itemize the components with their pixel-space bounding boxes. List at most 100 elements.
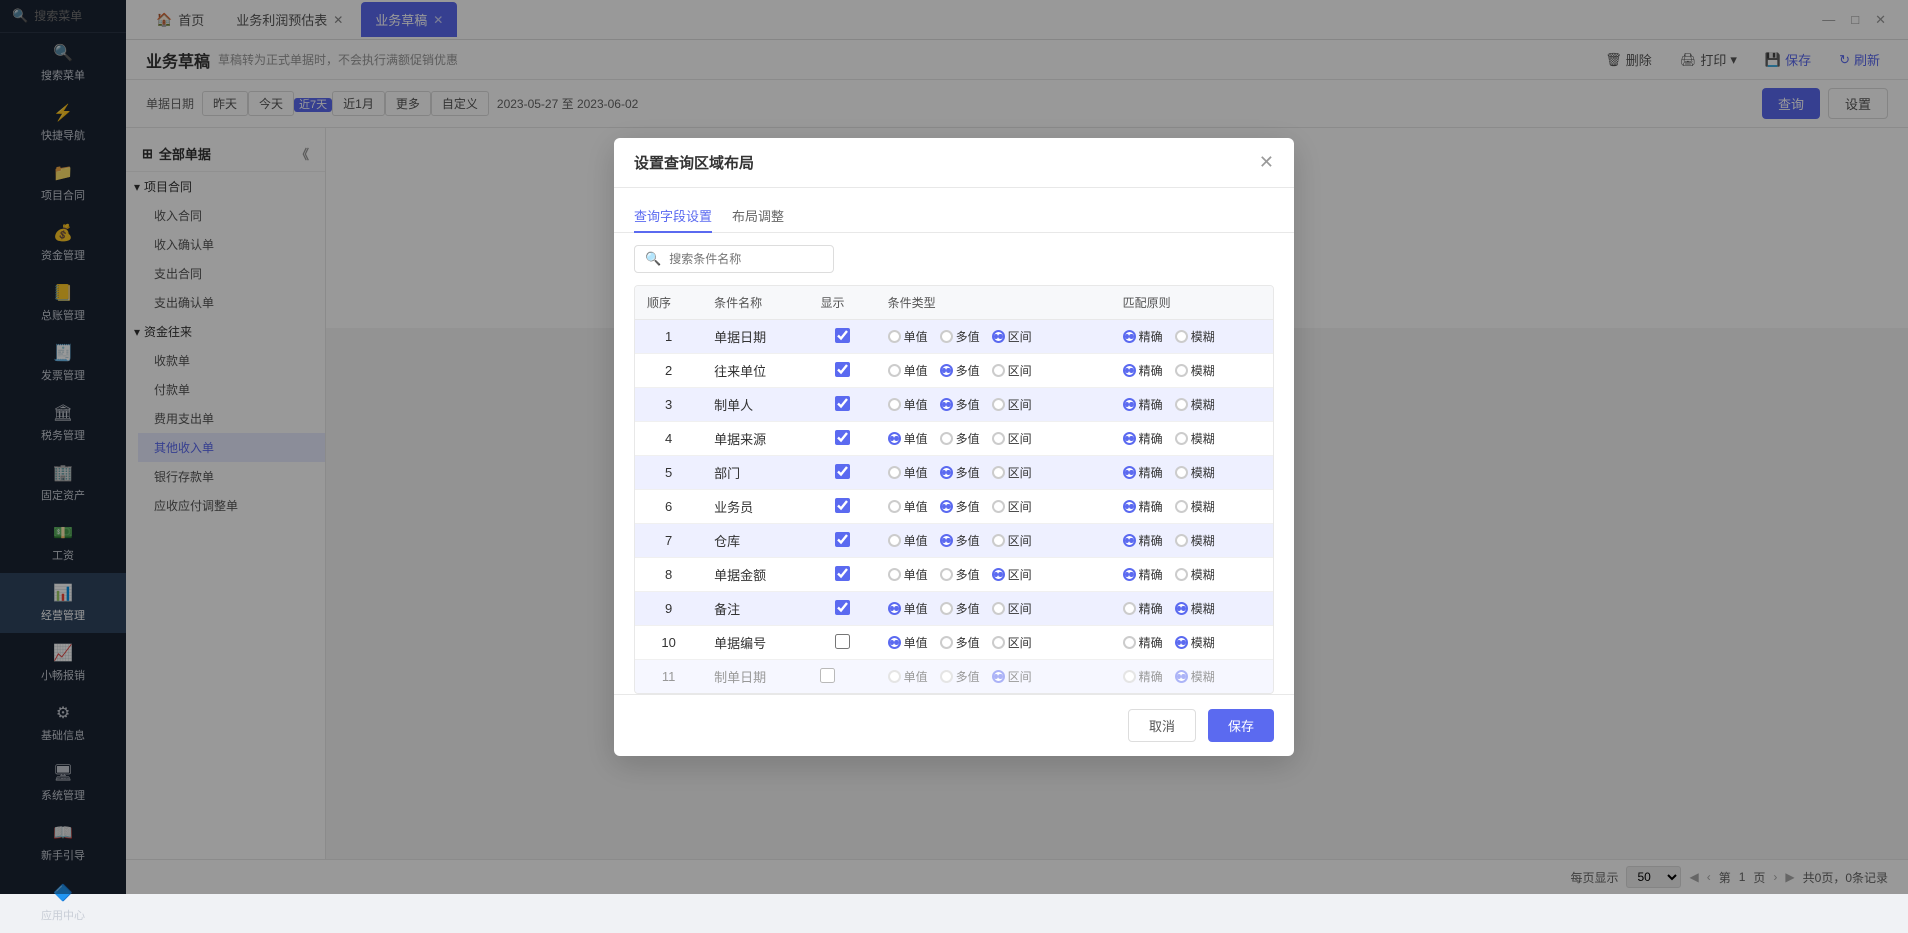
modal-tab-fields[interactable]: 查询字段设置: [634, 200, 712, 233]
radio-dot: [1123, 330, 1136, 343]
type-radio-8-0[interactable]: 单值: [888, 600, 928, 617]
show-checkbox-10[interactable]: [820, 668, 835, 683]
match-radio-2-0[interactable]: 精确: [1123, 396, 1163, 413]
modal-search-icon: 🔍: [645, 251, 661, 267]
match-radio-4-1[interactable]: 模糊: [1175, 464, 1215, 481]
radio-dot: [1123, 398, 1136, 411]
type-radio-4-0[interactable]: 单值: [888, 464, 928, 481]
radio-dot: [888, 602, 901, 615]
show-checkbox-7[interactable]: [835, 566, 850, 581]
type-radio-6-2[interactable]: 区间: [992, 532, 1032, 549]
match-radio-4-0[interactable]: 精确: [1123, 464, 1163, 481]
modal-search-input[interactable]: [669, 252, 824, 266]
type-radio-10-2[interactable]: 区间: [992, 668, 1032, 685]
match-radio-5-1[interactable]: 模糊: [1175, 498, 1215, 515]
type-radio-3-1[interactable]: 多值: [940, 430, 980, 447]
type-radio-5-2[interactable]: 区间: [992, 498, 1032, 515]
show-checkbox-6[interactable]: [835, 532, 850, 547]
match-radio-8-1[interactable]: 模糊: [1175, 600, 1215, 617]
cancel-button[interactable]: 取消: [1128, 709, 1196, 742]
type-radio-5-1[interactable]: 多值: [940, 498, 980, 515]
modal-tab-layout[interactable]: 布局调整: [732, 200, 784, 233]
type-radio-5-0[interactable]: 单值: [888, 498, 928, 515]
type-radio-0-1[interactable]: 多值: [940, 328, 980, 345]
type-radio-9-1[interactable]: 多值: [940, 634, 980, 651]
radio-dot: [1175, 500, 1188, 513]
table-row: 3 制单人 单值 多值 区间 精确 模糊: [635, 388, 1273, 422]
type-radio-10-0[interactable]: 单值: [888, 668, 928, 685]
match-radio-5-0[interactable]: 精确: [1123, 498, 1163, 515]
type-radio-8-2[interactable]: 区间: [992, 600, 1032, 617]
show-checkbox-3[interactable]: [835, 430, 850, 445]
type-radio-3-0[interactable]: 单值: [888, 430, 928, 447]
radio-dot: [940, 568, 953, 581]
table-row: 1 单据日期 单值 多值 区间 精确 模糊: [635, 320, 1273, 354]
radio-dot: [992, 534, 1005, 547]
type-radio-0-0[interactable]: 单值: [888, 328, 928, 345]
type-radio-9-0[interactable]: 单值: [888, 634, 928, 651]
type-radio-3-2[interactable]: 区间: [992, 430, 1032, 447]
radio-dot: [888, 500, 901, 513]
show-checkbox-9[interactable]: [835, 634, 850, 649]
type-radio-1-2[interactable]: 区间: [992, 362, 1032, 379]
type-radio-7-1[interactable]: 多值: [940, 566, 980, 583]
match-radio-6-0[interactable]: 精确: [1123, 532, 1163, 549]
type-radio-2-1[interactable]: 多值: [940, 396, 980, 413]
radio-dot: [1175, 398, 1188, 411]
match-radio-1-1[interactable]: 模糊: [1175, 362, 1215, 379]
radio-dot: [888, 398, 901, 411]
type-radio-9-2[interactable]: 区间: [992, 634, 1032, 651]
table-row: 9 备注 单值 多值 区间 精确 模糊: [635, 592, 1273, 626]
match-radio-0-0[interactable]: 精确: [1123, 328, 1163, 345]
match-radio-10-0[interactable]: 精确: [1123, 668, 1163, 685]
radio-dot: [888, 466, 901, 479]
type-radio-7-0[interactable]: 单值: [888, 566, 928, 583]
radio-dot: [888, 330, 901, 343]
radio-dot: [888, 364, 901, 377]
radio-dot: [1123, 466, 1136, 479]
type-radio-8-1[interactable]: 多值: [940, 600, 980, 617]
match-radio-3-1[interactable]: 模糊: [1175, 430, 1215, 447]
match-radio-9-1[interactable]: 模糊: [1175, 634, 1215, 651]
modal-save-button[interactable]: 保存: [1208, 709, 1274, 742]
type-radio-2-2[interactable]: 区间: [992, 396, 1032, 413]
type-radio-10-1[interactable]: 多值: [940, 668, 980, 685]
show-checkbox-2[interactable]: [835, 396, 850, 411]
type-radio-4-1[interactable]: 多值: [940, 464, 980, 481]
modal-search-area: 🔍: [614, 233, 1294, 285]
type-radio-7-2[interactable]: 区间: [992, 566, 1032, 583]
match-radio-2-1[interactable]: 模糊: [1175, 396, 1215, 413]
match-radio-0-1[interactable]: 模糊: [1175, 328, 1215, 345]
col-match: 匹配原则: [1111, 286, 1273, 320]
show-checkbox-0[interactable]: [835, 328, 850, 343]
type-radio-1-1[interactable]: 多值: [940, 362, 980, 379]
show-checkbox-4[interactable]: [835, 464, 850, 479]
type-radio-4-2[interactable]: 区间: [992, 464, 1032, 481]
modal-search-box[interactable]: 🔍: [634, 245, 834, 273]
modal-close-button[interactable]: ✕: [1259, 152, 1274, 173]
radio-dot: [888, 534, 901, 547]
match-radio-6-1[interactable]: 模糊: [1175, 532, 1215, 549]
match-radio-8-0[interactable]: 精确: [1123, 600, 1163, 617]
type-radio-2-0[interactable]: 单值: [888, 396, 928, 413]
match-radio-1-0[interactable]: 精确: [1123, 362, 1163, 379]
match-radio-7-1[interactable]: 模糊: [1175, 566, 1215, 583]
type-radio-0-2[interactable]: 区间: [992, 328, 1032, 345]
match-radio-10-1[interactable]: 模糊: [1175, 668, 1215, 685]
match-radio-3-0[interactable]: 精确: [1123, 430, 1163, 447]
table-row: 11 制单日期 单值 多值: [635, 660, 1273, 694]
table-row: 2 往来单位 单值 多值 区间 精确 模糊: [635, 354, 1273, 388]
type-radio-1-0[interactable]: 单值: [888, 362, 928, 379]
type-radio-6-1[interactable]: 多值: [940, 532, 980, 549]
radio-dot: [1175, 568, 1188, 581]
type-radio-6-0[interactable]: 单值: [888, 532, 928, 549]
match-radio-7-0[interactable]: 精确: [1123, 566, 1163, 583]
show-checkbox-5[interactable]: [835, 498, 850, 513]
modal-dialog: 设置查询区域布局 ✕ 查询字段设置 布局调整 🔍 顺序 条件名称: [614, 138, 1294, 756]
show-checkbox-1[interactable]: [835, 362, 850, 377]
radio-dot: [1175, 466, 1188, 479]
match-radio-9-0[interactable]: 精确: [1123, 634, 1163, 651]
radio-dot: [992, 330, 1005, 343]
radio-dot: [992, 568, 1005, 581]
show-checkbox-8[interactable]: [835, 600, 850, 615]
